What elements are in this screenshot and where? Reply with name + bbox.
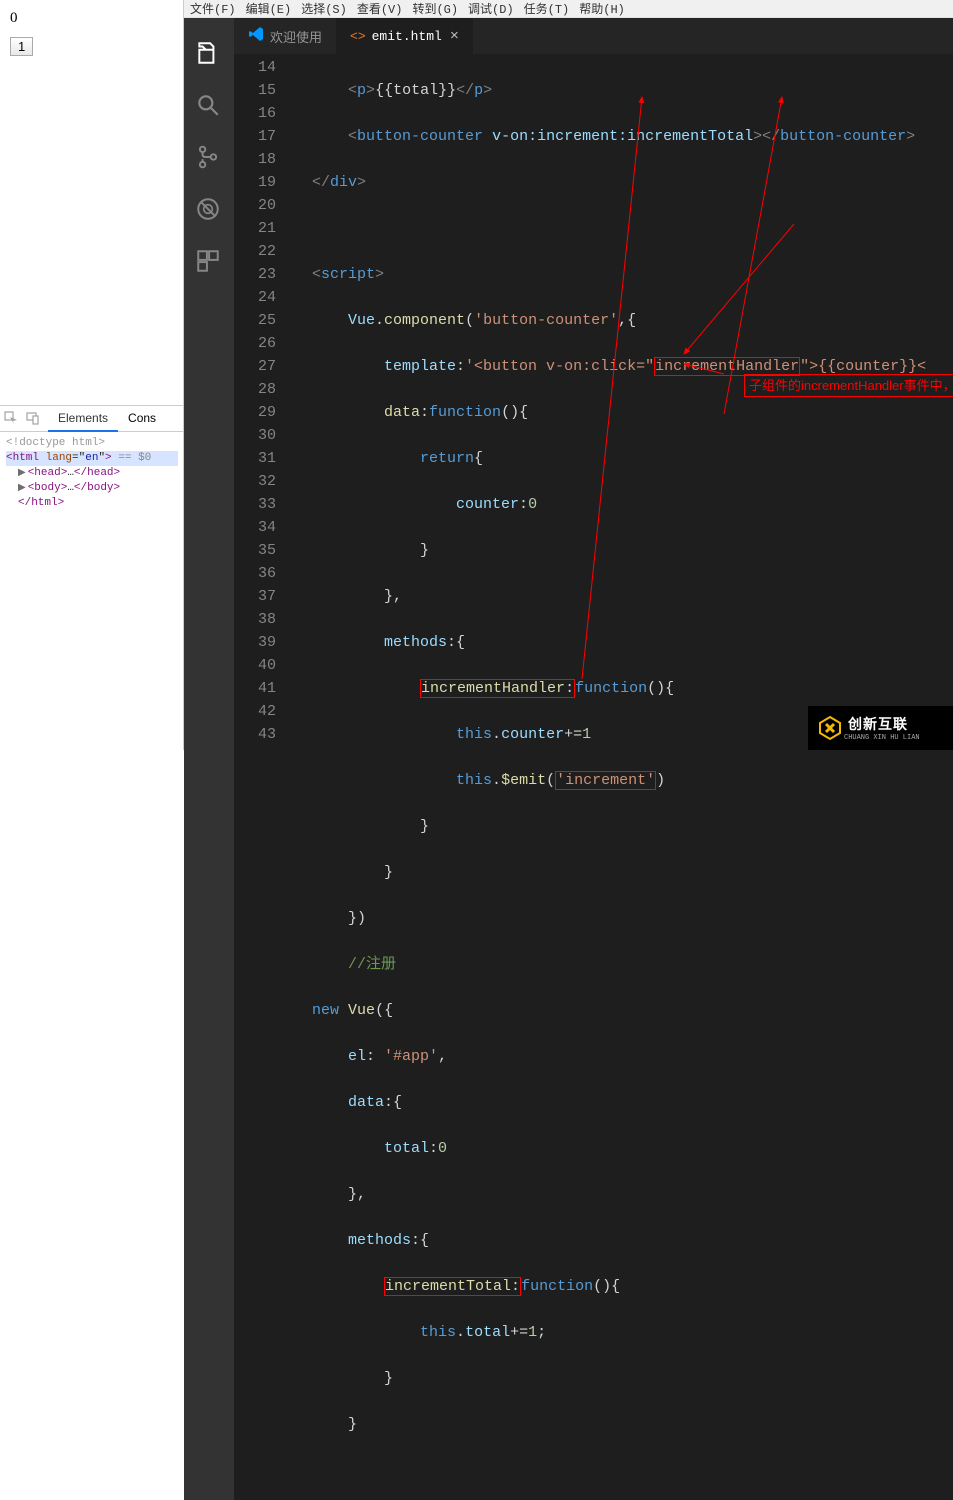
html-icon: <>	[350, 29, 366, 44]
code-content[interactable]: <p>{{total}}</p> <button-counter v-on:in…	[294, 54, 953, 1500]
menu-view[interactable]: 查看(V)	[357, 0, 403, 17]
line-gutter: 1415161718192021222324252627282930313233…	[234, 54, 294, 1500]
tab-welcome-label: 欢迎使用	[270, 27, 322, 46]
search-icon[interactable]	[195, 92, 223, 120]
selected-marker: == $0	[118, 452, 151, 464]
activity-bar	[184, 18, 234, 1500]
total-display: 0	[10, 10, 173, 27]
watermark-sub: CHUANG XIN HU LIAN	[844, 734, 920, 742]
debug-icon[interactable]	[195, 196, 223, 224]
menu-edit[interactable]: 编辑(E)	[246, 0, 292, 17]
head-node[interactable]: <head>	[28, 467, 68, 479]
explorer-icon[interactable]	[195, 40, 223, 68]
devtools-panel: Elements Cons <!doctype html> <html lang…	[0, 405, 184, 750]
inspect-icon[interactable]	[4, 411, 20, 427]
body-node[interactable]: <body>	[28, 482, 68, 494]
browser-preview: 0 1	[0, 0, 183, 66]
devtools-tab-console[interactable]: Cons	[118, 406, 166, 432]
tab-emit-html[interactable]: <> emit.html ×	[336, 18, 473, 54]
html-close-node: </html>	[18, 497, 64, 509]
menu-tasks[interactable]: 任务(T)	[524, 0, 570, 17]
menu-select[interactable]: 选择(S)	[301, 0, 347, 17]
watermark-brand: 创新互联	[848, 714, 920, 734]
extensions-icon[interactable]	[195, 248, 223, 276]
vscode-icon	[248, 26, 264, 46]
menu-debug[interactable]: 调试(D)	[468, 0, 514, 17]
tab-file-label: emit.html	[372, 29, 442, 44]
menu-goto[interactable]: 转到(G)	[412, 0, 458, 17]
expand-icon[interactable]: ▶	[18, 468, 26, 479]
menu-file[interactable]: 文件(F)	[190, 0, 236, 17]
dom-tree[interactable]: <!doctype html> <html lang="en"> == $0 ▶…	[0, 432, 184, 515]
menu-help[interactable]: 帮助(H)	[579, 0, 625, 17]
tab-bar: 欢迎使用 <> emit.html ×	[234, 18, 953, 54]
devtools-tab-elements[interactable]: Elements	[48, 406, 118, 432]
tab-welcome[interactable]: 欢迎使用	[234, 18, 336, 54]
menu-bar: 文件(F) 编辑(E) 选择(S) 查看(V) 转到(G) 调试(D) 任务(T…	[184, 0, 953, 18]
device-toggle-icon[interactable]	[26, 411, 42, 427]
code-editor[interactable]: 1415161718192021222324252627282930313233…	[234, 54, 953, 1500]
watermark: 创新互联 CHUANG XIN HU LIAN	[808, 706, 953, 750]
counter-button[interactable]: 1	[10, 37, 33, 56]
close-tab-icon[interactable]: ×	[450, 28, 459, 45]
doctype-node: <!doctype html>	[6, 437, 105, 449]
expand-icon[interactable]: ▶	[18, 483, 26, 494]
html-node[interactable]: <html lang="en">	[6, 452, 112, 464]
scm-icon[interactable]	[195, 144, 223, 172]
annotation-note: 子组件的incrementHandler事件中，用$emit将事件发出去，记得这…	[744, 374, 953, 397]
